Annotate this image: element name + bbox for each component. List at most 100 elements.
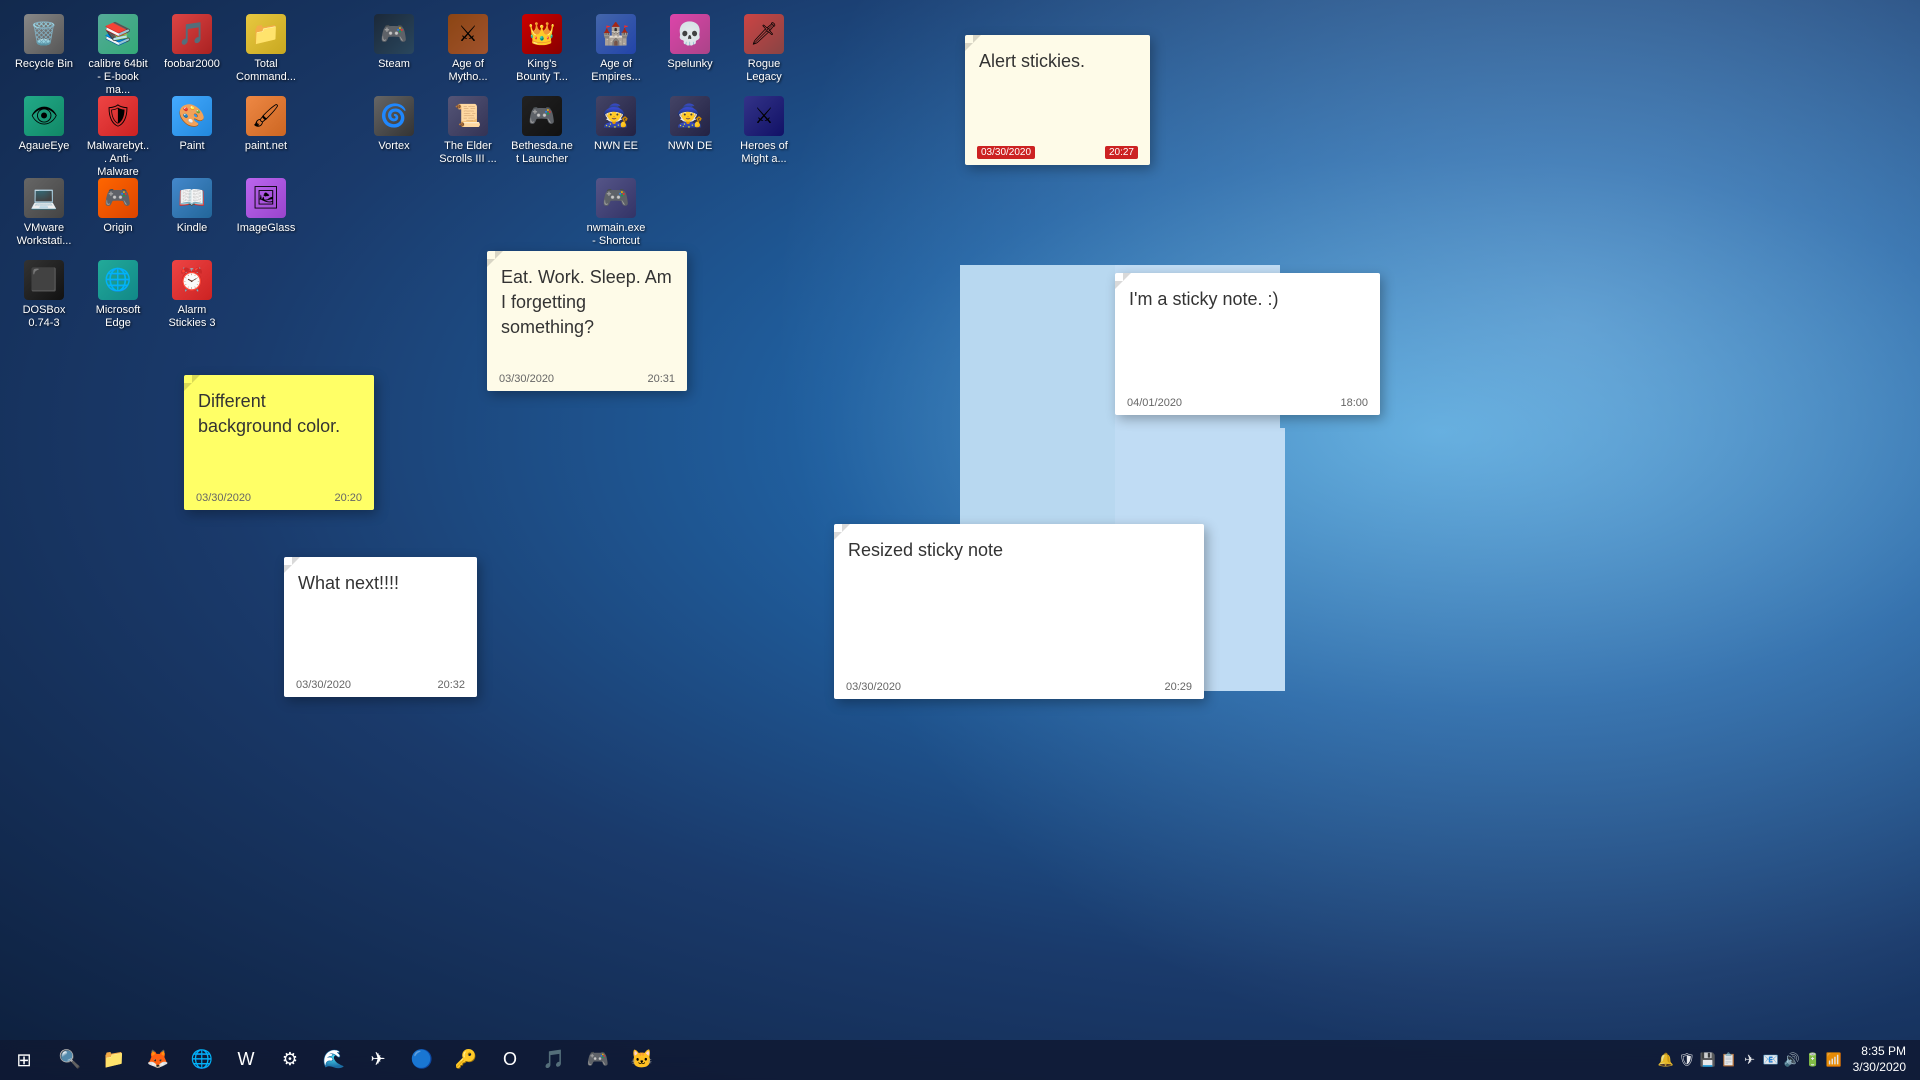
sticky-note-next[interactable]: What next!!!! 03/30/2020 20:32 [284, 557, 477, 697]
icon-img-calibre: 📚 [98, 14, 138, 54]
note-date-next: 03/30/2020 [296, 679, 351, 691]
desktop-icon-imageglass[interactable]: 🖼 ImageGlass [230, 172, 302, 252]
sticky-note-sticky[interactable]: I'm a sticky note. :) 04/01/2020 18:00 [1115, 273, 1380, 415]
icon-label-total-cmd: Total Command... [234, 58, 298, 84]
tray-icon-7[interactable]: 🔊 [1783, 1051, 1801, 1069]
tray-icon-6[interactable]: 📧 [1762, 1051, 1780, 1069]
note-text-alert: Alert stickies. [979, 49, 1136, 74]
desktop-icon-recycle-bin[interactable]: 🗑️ Recycle Bin [8, 8, 80, 88]
icon-label-dosbox: DOSBox 0.74-3 [12, 304, 76, 330]
icon-grid-left: 🗑️ Recycle Bin 📚 calibre 64bit - E-book … [8, 8, 302, 334]
icon-img-age-myth: ⚔ [448, 14, 488, 54]
desktop-icon-age-emp[interactable]: 🏰 Age of Empires... [580, 8, 652, 88]
note-time-work: 20:31 [647, 373, 675, 385]
tray-icon-4[interactable]: 📋 [1720, 1051, 1738, 1069]
icon-img-paint: 🎨 [172, 96, 212, 136]
desktop-icon-edge[interactable]: 🌐 Microsoft Edge [82, 254, 154, 334]
note-footer-alert: 03/30/2020 20:27 [977, 146, 1138, 159]
desktop-icon-age-myth[interactable]: ⚔ Age of Mytho... [432, 8, 504, 88]
desktop-icon-paintnet[interactable]: 🖌 paint.net [230, 90, 302, 170]
icon-label-nwmain: nwmain.exe - Shortcut [584, 222, 648, 248]
tb-ie[interactable]: 🌐 [180, 1040, 224, 1080]
sticky-note-yellow[interactable]: Different background color. 03/30/2020 2… [184, 375, 374, 510]
system-clock[interactable]: 8:35 PM 3/30/2020 [1847, 1044, 1912, 1075]
desktop-icon-vortex[interactable]: 🌀 Vortex [358, 90, 430, 170]
tb-telegram[interactable]: ✈ [356, 1040, 400, 1080]
desktop-icon-bethesda[interactable]: 🎮 Bethesda.net Launcher [506, 90, 578, 170]
icon-img-nwmain: 🎮 [596, 178, 636, 218]
tray-icon-1[interactable]: 🔔 [1657, 1051, 1675, 1069]
note-footer-next: 03/30/2020 20:32 [296, 679, 465, 691]
desktop-icon-spelunky[interactable]: 💀 Spelunky [654, 8, 726, 88]
desktop-icon-heroes[interactable]: ⚔ Heroes of Might a... [728, 90, 800, 170]
tb-firefox[interactable]: 🦊 [136, 1040, 180, 1080]
sticky-note-work[interactable]: Eat. Work. Sleep. Am I forgetting someth… [487, 251, 687, 391]
desktop-icon-alarm[interactable]: ⏰ Alarm Stickies 3 [156, 254, 228, 334]
desktop-icon-total-cmd[interactable]: 📁 Total Command... [230, 8, 302, 88]
tb-opera[interactable]: O [488, 1040, 532, 1080]
desktop-icon-rogue[interactable]: 🗡 Rogue Legacy [728, 8, 800, 88]
icon-label-heroes: Heroes of Might a... [732, 140, 796, 166]
icon-img-imageglass: 🖼 [246, 178, 286, 218]
desktop-icon-calibre[interactable]: 📚 calibre 64bit - E-book ma... [82, 8, 154, 88]
icon-img-kindle: 📖 [172, 178, 212, 218]
tray-icon-9[interactable]: 📶 [1825, 1051, 1843, 1069]
icon-img-recycle-bin: 🗑️ [24, 14, 64, 54]
note-footer-yellow: 03/30/2020 20:20 [196, 492, 362, 504]
note-time-sticky: 18:00 [1340, 397, 1368, 409]
icon-img-spelunky: 💀 [670, 14, 710, 54]
desktop-icon-nwnde[interactable]: 🧙 NWN DE [654, 90, 726, 170]
note-date-sticky: 04/01/2020 [1127, 397, 1182, 409]
desktop-icon-nwnee[interactable]: 🧙 NWN EE [580, 90, 652, 170]
tb-media[interactable]: 🎵 [532, 1040, 576, 1080]
icon-img-age-emp: 🏰 [596, 14, 636, 54]
tray-icon-5[interactable]: ✈ [1741, 1051, 1759, 1069]
desktop-icon-malware[interactable]: 🛡 Malwarebyt... Anti-Malware [82, 90, 154, 170]
tb-word[interactable]: W [224, 1040, 268, 1080]
taskbar-right: 🔔 🛡 💾 📋 ✈ 📧 🔊 🔋 📶 8:35 PM 3/30/2020 [1657, 1040, 1920, 1080]
tb-game[interactable]: 🎮 [576, 1040, 620, 1080]
tb-settings[interactable]: ⚙ [268, 1040, 312, 1080]
note-time-yellow: 20:20 [334, 492, 362, 504]
desktop-icon-origin[interactable]: 🎮 Origin [82, 172, 154, 252]
icon-img-edge: 🌐 [98, 260, 138, 300]
tb-pass[interactable]: 🔑 [444, 1040, 488, 1080]
icon-label-age-myth: Age of Mytho... [436, 58, 500, 84]
desktop-icon-elder[interactable]: 📜 The Elder Scrolls III ... [432, 90, 504, 170]
desktop-icon-steam[interactable]: 🎮 Steam [358, 8, 430, 88]
desktop-icon-kings[interactable]: 👑 King's Bounty T... [506, 8, 578, 88]
note-time-resized: 20:29 [1164, 681, 1192, 693]
icon-label-kings: King's Bounty T... [510, 58, 574, 84]
note-text-resized: Resized sticky note [848, 538, 1190, 563]
note-text-work: Eat. Work. Sleep. Am I forgetting someth… [501, 265, 673, 341]
desktop-icon-vmware[interactable]: 💻 VMware Workstati... [8, 172, 80, 252]
tb-edge[interactable]: 🌊 [312, 1040, 356, 1080]
tb-explorer[interactable]: 📁 [92, 1040, 136, 1080]
tb-app[interactable]: 🐱 [620, 1040, 664, 1080]
icon-label-edge: Microsoft Edge [86, 304, 150, 330]
sticky-note-resized[interactable]: Resized sticky note 03/30/2020 20:29 [834, 524, 1204, 699]
icon-img-elder: 📜 [448, 96, 488, 136]
tb-chrome[interactable]: 🔵 [400, 1040, 444, 1080]
note-footer-work: 03/30/2020 20:31 [499, 373, 675, 385]
tray-icon-8[interactable]: 🔋 [1804, 1051, 1822, 1069]
desktop-icon-foobar[interactable]: 🎵 foobar2000 [156, 8, 228, 88]
desktop-icon-agaue[interactable]: 👁 AgaueEye [8, 90, 80, 170]
sticky-note-alert[interactable]: Alert stickies. 03/30/2020 20:27 [965, 35, 1150, 165]
desktop-icon-kindle[interactable]: 📖 Kindle [156, 172, 228, 252]
icon-img-nwnde: 🧙 [670, 96, 710, 136]
start-button[interactable]: ⊞ [0, 1040, 48, 1080]
tray-icon-2[interactable]: 🛡 [1678, 1051, 1696, 1069]
blue-panel-bl [960, 428, 1115, 524]
tb-search[interactable]: 🔍 [48, 1040, 92, 1080]
note-date-yellow: 03/30/2020 [196, 492, 251, 504]
desktop-icon-dosbox[interactable]: ⬛ DOSBox 0.74-3 [8, 254, 80, 334]
taskbar: ⊞ 🔍📁🦊🌐W⚙🌊✈🔵🔑O🎵🎮🐱 🔔 🛡 💾 📋 ✈ 📧 🔊 🔋 📶 8:35 … [0, 1040, 1920, 1080]
desktop-icons-left: 🗑️ Recycle Bin 📚 calibre 64bit - E-book … [0, 0, 310, 342]
icon-label-age-emp: Age of Empires... [584, 58, 648, 84]
tray-icon-3[interactable]: 💾 [1699, 1051, 1717, 1069]
desktop-icon-nwmain[interactable]: 🎮 nwmain.exe - Shortcut [580, 172, 652, 252]
icon-img-agaue: 👁 [24, 96, 64, 136]
desktop-icon-paint[interactable]: 🎨 Paint [156, 90, 228, 170]
clock-date: 3/30/2020 [1853, 1060, 1906, 1076]
